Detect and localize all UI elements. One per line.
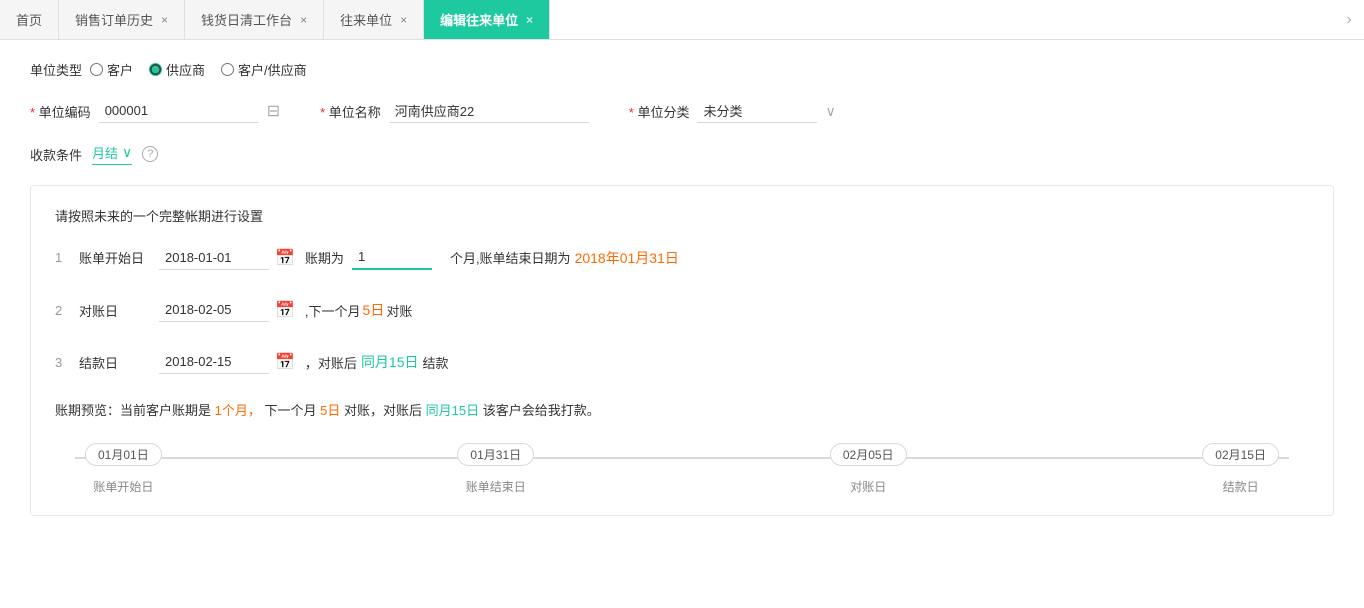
tab-home-label: 首页 bbox=[16, 10, 42, 29]
tab-sales-history-label: 销售订单历史 bbox=[75, 10, 153, 29]
unit-name-label: 单位名称 bbox=[320, 102, 381, 121]
period-box: 请按照未来的一个完整帐期进行设置 1 账单开始日 📅 账期为 个月,账单结束日期… bbox=[30, 185, 1334, 516]
unit-category-input[interactable] bbox=[697, 99, 817, 123]
timeline-badge-4: 02月15日 bbox=[1202, 443, 1279, 466]
timeline-badge-2: 01月31日 bbox=[457, 443, 534, 466]
preview-highlight1: 1个月， bbox=[215, 403, 261, 418]
tab-cash-work-close[interactable]: × bbox=[300, 13, 307, 27]
unit-code-label: 单位编码 bbox=[30, 102, 91, 121]
radio-customer-input[interactable] bbox=[90, 63, 103, 76]
period-row-3-date[interactable] bbox=[159, 350, 269, 374]
timeline-container: 01月01日 账单开始日 01月31日 账单结束日 02月05日 对账日 bbox=[55, 443, 1309, 495]
payment-terms-label: 收款条件 bbox=[30, 145, 82, 164]
radio-both-label: 客户/供应商 bbox=[238, 60, 307, 79]
period-row-3-num: 3 bbox=[55, 355, 79, 370]
period-row-1-highlight-date: 2018年01月31日 bbox=[575, 248, 679, 268]
preview-highlight3: 同月15日 bbox=[426, 403, 479, 418]
radio-supplier[interactable]: 供应商 bbox=[149, 60, 205, 79]
timeline-label-4: 结款日 bbox=[1223, 478, 1259, 495]
tab-sales-history-close[interactable]: × bbox=[161, 13, 168, 27]
timeline-node-2: 01月31日 账单结束日 bbox=[457, 443, 534, 495]
period-row-3-desc-prefix: ，对账后 bbox=[305, 353, 357, 372]
period-row-3-desc-suffix: 结款 bbox=[423, 353, 449, 372]
period-row-2-calendar-icon[interactable]: 📅 bbox=[275, 300, 295, 320]
tab-home[interactable]: 首页 bbox=[0, 0, 59, 39]
unit-type-label: 单位类型 bbox=[30, 60, 82, 79]
period-row-3-label: 结款日 bbox=[79, 353, 159, 372]
unit-type-radio-group: 客户 供应商 客户/供应商 bbox=[90, 60, 307, 79]
unit-code-icon[interactable]: ⊟ bbox=[267, 101, 280, 121]
tab-partner-unit-label: 往来单位 bbox=[340, 10, 392, 29]
tab-cash-work-label: 钱货日清工作台 bbox=[201, 10, 292, 29]
radio-customer-label: 客户 bbox=[107, 60, 133, 79]
payment-terms-value: 月结 bbox=[92, 143, 118, 162]
radio-supplier-label: 供应商 bbox=[166, 60, 205, 79]
payment-terms-help-icon[interactable]: ? bbox=[142, 146, 158, 162]
preview-highlight2: 5日 bbox=[320, 403, 340, 418]
timeline-label-1: 账单开始日 bbox=[93, 478, 153, 495]
period-row-1: 1 账单开始日 📅 账期为 个月,账单结束日期为 2018年01月31日 bbox=[55, 245, 1309, 270]
payment-terms-dropdown-icon[interactable]: ∨ bbox=[122, 144, 132, 161]
period-row-2: 2 对账日 📅 ,下一个月 5日 对账 bbox=[55, 298, 1309, 322]
radio-both-input[interactable] bbox=[221, 63, 234, 76]
period-row-1-num: 1 bbox=[55, 250, 79, 265]
unit-name-field: 单位名称 bbox=[320, 99, 589, 123]
timeline-nodes: 01月01日 账单开始日 01月31日 账单结束日 02月05日 对账日 bbox=[85, 443, 1279, 495]
period-row-2-label: 对账日 bbox=[79, 301, 159, 320]
period-row-1-calendar-icon[interactable]: 📅 bbox=[275, 248, 295, 268]
period-title: 请按照未来的一个完整帐期进行设置 bbox=[55, 206, 1309, 225]
preview-after: 对账，对账后 bbox=[344, 403, 422, 418]
radio-supplier-input[interactable] bbox=[149, 63, 162, 76]
period-row-3-highlight-day: 同月15日 bbox=[361, 352, 419, 372]
timeline-badge-3: 02月05日 bbox=[830, 443, 907, 466]
radio-customer[interactable]: 客户 bbox=[90, 60, 133, 79]
timeline-node-3: 02月05日 对账日 bbox=[830, 443, 907, 495]
unit-type-field: 单位类型 客户 供应商 客户/供应商 bbox=[30, 60, 307, 79]
period-row-1-desc-prefix: 账期为 bbox=[305, 248, 344, 267]
preview-text: 账期预览：当前客户账期是 1个月， 下一个月 5日 对账，对账后 同月15日 该… bbox=[55, 400, 1309, 419]
preview-middle: 下一个月 bbox=[265, 403, 317, 418]
radio-both[interactable]: 客户/供应商 bbox=[221, 60, 307, 79]
period-row-3-calendar-icon[interactable]: 📅 bbox=[275, 352, 295, 372]
payment-terms-select[interactable]: 月结 ∨ bbox=[92, 143, 132, 165]
timeline-badge-1: 01月01日 bbox=[85, 443, 162, 466]
period-row-2-highlight-day: 5日 bbox=[363, 300, 385, 320]
tab-edit-partner-label: 编辑往来单位 bbox=[440, 10, 518, 29]
tab-cash-work[interactable]: 钱货日清工作台 × bbox=[185, 0, 324, 39]
tab-scroll-right[interactable]: › bbox=[1334, 0, 1364, 39]
preview-section: 账期预览：当前客户账期是 1个月， 下一个月 5日 对账，对账后 同月15日 该… bbox=[55, 384, 1309, 495]
main-content: 单位类型 客户 供应商 客户/供应商 单位编码 ⊟ bbox=[0, 40, 1364, 608]
unit-code-field: 单位编码 ⊟ bbox=[30, 99, 280, 123]
period-row-2-num: 2 bbox=[55, 303, 79, 318]
timeline-node-4: 02月15日 结款日 bbox=[1202, 443, 1279, 495]
period-row-2-desc-suffix: 对账 bbox=[386, 301, 412, 320]
period-row-3: 3 结款日 📅 ，对账后 同月15日 结款 bbox=[55, 350, 1309, 374]
period-row-1-date[interactable] bbox=[159, 246, 269, 270]
tab-partner-unit[interactable]: 往来单位 × bbox=[324, 0, 424, 39]
code-name-category-row: 单位编码 ⊟ 单位名称 单位分类 ∨ bbox=[30, 99, 1334, 123]
preview-suffix: 该客户会给我打款。 bbox=[483, 403, 600, 418]
unit-name-input[interactable] bbox=[389, 99, 589, 123]
tab-partner-unit-close[interactable]: × bbox=[400, 13, 407, 27]
payment-terms-row: 收款条件 月结 ∨ ? bbox=[30, 143, 1334, 165]
tab-sales-history[interactable]: 销售订单历史 × bbox=[59, 0, 185, 39]
unit-code-input[interactable] bbox=[99, 99, 259, 123]
tab-edit-partner[interactable]: 编辑往来单位 × bbox=[424, 0, 550, 39]
unit-category-label: 单位分类 bbox=[629, 102, 690, 121]
period-row-1-label: 账单开始日 bbox=[79, 248, 159, 267]
period-row-1-desc-suffix: 个月,账单结束日期为 bbox=[450, 248, 571, 267]
timeline-label-3: 对账日 bbox=[850, 478, 886, 495]
unit-type-row: 单位类型 客户 供应商 客户/供应商 bbox=[30, 60, 1334, 79]
timeline-node-1: 01月01日 账单开始日 bbox=[85, 443, 162, 495]
tab-bar: 首页 销售订单历史 × 钱货日清工作台 × 往来单位 × 编辑往来单位 × › bbox=[0, 0, 1364, 40]
tab-edit-partner-close[interactable]: × bbox=[526, 13, 533, 27]
unit-category-dropdown-icon[interactable]: ∨ bbox=[825, 103, 835, 120]
preview-prefix: 账期预览：当前客户账期是 bbox=[55, 403, 211, 418]
period-row-2-date[interactable] bbox=[159, 298, 269, 322]
timeline-label-2: 账单结束日 bbox=[466, 478, 526, 495]
period-row-2-desc-prefix: ,下一个月 bbox=[305, 301, 361, 320]
period-months-input[interactable] bbox=[352, 245, 432, 270]
unit-category-field: 单位分类 ∨ bbox=[629, 99, 836, 123]
